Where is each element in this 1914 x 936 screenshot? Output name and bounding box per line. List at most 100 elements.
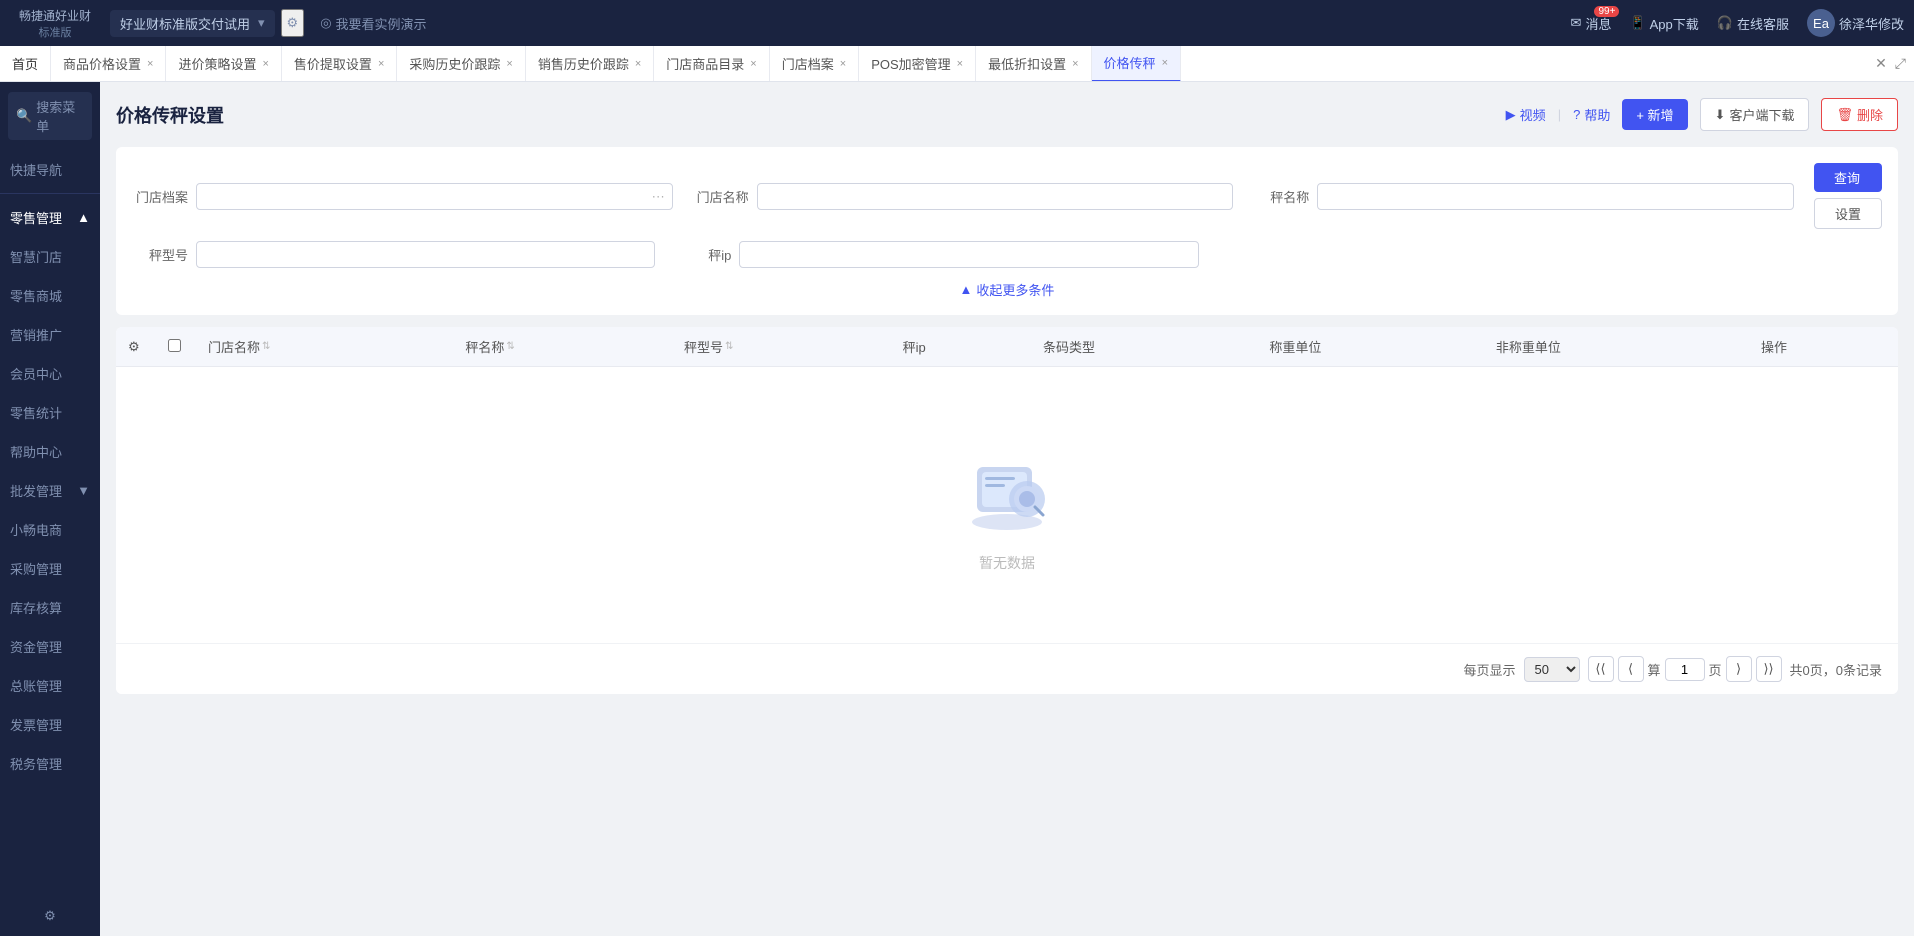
close-icon[interactable]: ×	[957, 58, 963, 70]
sidebar-item-wholesale[interactable]: 批发管理 ▼	[0, 471, 100, 510]
prev-page-button[interactable]: ⟨	[1618, 656, 1644, 682]
query-button[interactable]: 查询	[1814, 163, 1882, 192]
sidebar-item-finance[interactable]: 资金管理	[0, 627, 100, 666]
delete-button[interactable]: 🗑 删除	[1821, 98, 1898, 131]
th-non-weight-unit: 非称重单位	[1484, 327, 1749, 367]
tab-store-archive[interactable]: 门店档案 ×	[770, 46, 859, 82]
filter-row-2: 秤型号 秤ip	[132, 241, 1882, 268]
sort-scale-name[interactable]: 秤名称 ⇅	[465, 337, 660, 356]
page-number-input[interactable]	[1665, 658, 1705, 681]
sidebar-item-retail-stats[interactable]: 零售统计	[0, 393, 100, 432]
tab-product-price[interactable]: 商品价格设置 ×	[51, 46, 166, 82]
maximize-icon[interactable]: ⤢	[1895, 55, 1906, 72]
sidebar-item-inventory[interactable]: 库存核算	[0, 588, 100, 627]
close-icon[interactable]: ×	[378, 58, 384, 70]
filter-store-archive: 门店档案 ···	[132, 183, 673, 210]
close-icon[interactable]: ×	[750, 58, 756, 70]
next-page-button[interactable]: ⟩	[1726, 656, 1752, 682]
logo-subtitle: 标准版	[39, 24, 72, 40]
close-icon[interactable]: ×	[147, 58, 153, 70]
help-icon: ?	[1573, 107, 1580, 122]
filter-scale-model: 秤型号	[132, 241, 655, 268]
sidebar-item-retail-mall[interactable]: 零售商城	[0, 276, 100, 315]
tab-price-scale[interactable]: 价格传秤 ×	[1092, 46, 1181, 82]
close-icon[interactable]: ×	[635, 58, 641, 70]
filter-row-1: 门店档案 ··· 门店名称 秤名称 查询	[132, 163, 1882, 229]
sidebar-item-purchase[interactable]: 采购管理	[0, 549, 100, 588]
search-menu-button[interactable]: 🔍 搜索菜单	[8, 92, 92, 140]
close-icon[interactable]: ×	[1072, 58, 1078, 70]
close-icon[interactable]: ×	[506, 58, 512, 70]
sidebar-item-general-ledger[interactable]: 总账管理	[0, 666, 100, 705]
messages-button[interactable]: ✉ 消息 99+	[1571, 14, 1612, 33]
tab-min-discount[interactable]: 最低折扣设置 ×	[976, 46, 1091, 82]
table-body: 暂无数据	[116, 367, 1898, 644]
sidebar-item-member-center[interactable]: 会员中心	[0, 354, 100, 393]
download-client-button[interactable]: ⬇ 客户端下载	[1700, 98, 1810, 131]
video-link[interactable]: ▶ 视频	[1506, 105, 1546, 124]
tab-sales-history[interactable]: 销售历史价跟踪 ×	[526, 46, 654, 82]
online-support-button[interactable]: 🎧 在线客服	[1717, 14, 1789, 33]
store-archive-input[interactable]	[196, 183, 673, 210]
scale-ip-input[interactable]	[739, 241, 1198, 268]
th-barcode-type: 条码类型	[1031, 327, 1257, 367]
sidebar-item-tax[interactable]: 税务管理	[0, 744, 100, 783]
tab-home[interactable]: 首页	[0, 46, 51, 82]
close-icon[interactable]: ×	[840, 58, 846, 70]
sidebar-item-retail-management[interactable]: 零售管理 ▲	[0, 198, 100, 237]
close-icon[interactable]: ×	[1162, 57, 1168, 69]
retail-mall-label: 零售商城	[10, 286, 62, 305]
tab-pos-security[interactable]: POS加密管理 ×	[859, 46, 976, 82]
help-link[interactable]: ? 帮助	[1573, 105, 1610, 124]
last-page-button[interactable]: ⟩⟩	[1756, 656, 1782, 682]
support-icon: 🎧	[1717, 15, 1733, 31]
add-button[interactable]: + 新增	[1622, 99, 1687, 130]
tab-selling-extract[interactable]: 售价提取设置 ×	[282, 46, 397, 82]
th-check	[156, 327, 196, 367]
sidebar-item-help-center[interactable]: 帮助中心	[0, 432, 100, 471]
sidebar-item-marketing[interactable]: 营销推广	[0, 315, 100, 354]
help-label: 帮助	[1584, 105, 1610, 124]
tab-purchase-strategy[interactable]: 进价策略设置 ×	[166, 46, 281, 82]
sidebar-item-invoice[interactable]: 发票管理	[0, 705, 100, 744]
select-all-checkbox[interactable]	[168, 339, 181, 352]
per-page-select[interactable]: 10 20 50 100	[1524, 657, 1580, 682]
sort-store-name[interactable]: 门店名称 ⇅	[208, 337, 441, 356]
tab-selling-extract-label: 售价提取设置	[294, 54, 372, 73]
search-menu-label: 搜索菜单	[36, 97, 84, 135]
help-center-label: 帮助中心	[10, 442, 62, 461]
sidebar-item-quick-nav[interactable]: 快捷导航	[0, 150, 100, 189]
sidebar-gear-button[interactable]: ⚙	[0, 896, 100, 936]
table-header: ⚙ 门店名称 ⇅ 秤名称	[116, 327, 1898, 367]
sort-scale-model[interactable]: 秤型号 ⇅	[684, 337, 879, 356]
close-icon[interactable]: ×	[262, 58, 268, 70]
tab-store-catalog[interactable]: 门店商品目录 ×	[654, 46, 769, 82]
app-download-button[interactable]: 📱 App下载	[1629, 14, 1698, 33]
member-center-label: 会员中心	[10, 364, 62, 383]
settings-button[interactable]: 设置	[1814, 198, 1882, 229]
sort-icon: ⇅	[262, 341, 270, 352]
scale-name-input[interactable]	[1317, 183, 1794, 210]
store-name-input[interactable]	[757, 183, 1234, 210]
tab-end-actions: ✕ ⤢	[1867, 55, 1914, 72]
close-window-icon[interactable]: ✕	[1875, 55, 1887, 72]
user-profile-button[interactable]: Ea 徐泽华修改	[1807, 9, 1904, 37]
video-label: 视频	[1520, 105, 1546, 124]
sidebar-item-smart-store[interactable]: 智慧门店	[0, 237, 100, 276]
tab-product-price-label: 商品价格设置	[63, 54, 141, 73]
demo-icon: ◎	[320, 15, 331, 31]
first-page-button[interactable]: ⟨⟨	[1588, 656, 1614, 682]
data-table: ⚙ 门店名称 ⇅ 秤名称	[116, 327, 1898, 643]
version-settings-icon[interactable]: ⚙	[281, 9, 305, 37]
sidebar: 🔍 搜索菜单 快捷导航 零售管理 ▲ 智慧门店 零售商城 营销推广 会员中心 零…	[0, 82, 100, 936]
tab-price-scale-label: 价格传秤	[1104, 53, 1156, 72]
collapse-button[interactable]: ▲ 收起更多条件	[960, 280, 1055, 299]
scale-model-input[interactable]	[196, 241, 655, 268]
demo-button[interactable]: ◎ 我要看实例演示	[320, 14, 426, 33]
inventory-label: 库存核算	[10, 598, 62, 617]
retail-management-label: 零售管理	[10, 208, 62, 227]
table-settings-icon[interactable]: ⚙	[128, 339, 140, 354]
tab-purchase-history[interactable]: 采购历史价跟踪 ×	[397, 46, 525, 82]
sidebar-item-ecommerce[interactable]: 小畅电商	[0, 510, 100, 549]
version-selector[interactable]: 好业财标准版交付试用 ▾	[110, 10, 275, 37]
